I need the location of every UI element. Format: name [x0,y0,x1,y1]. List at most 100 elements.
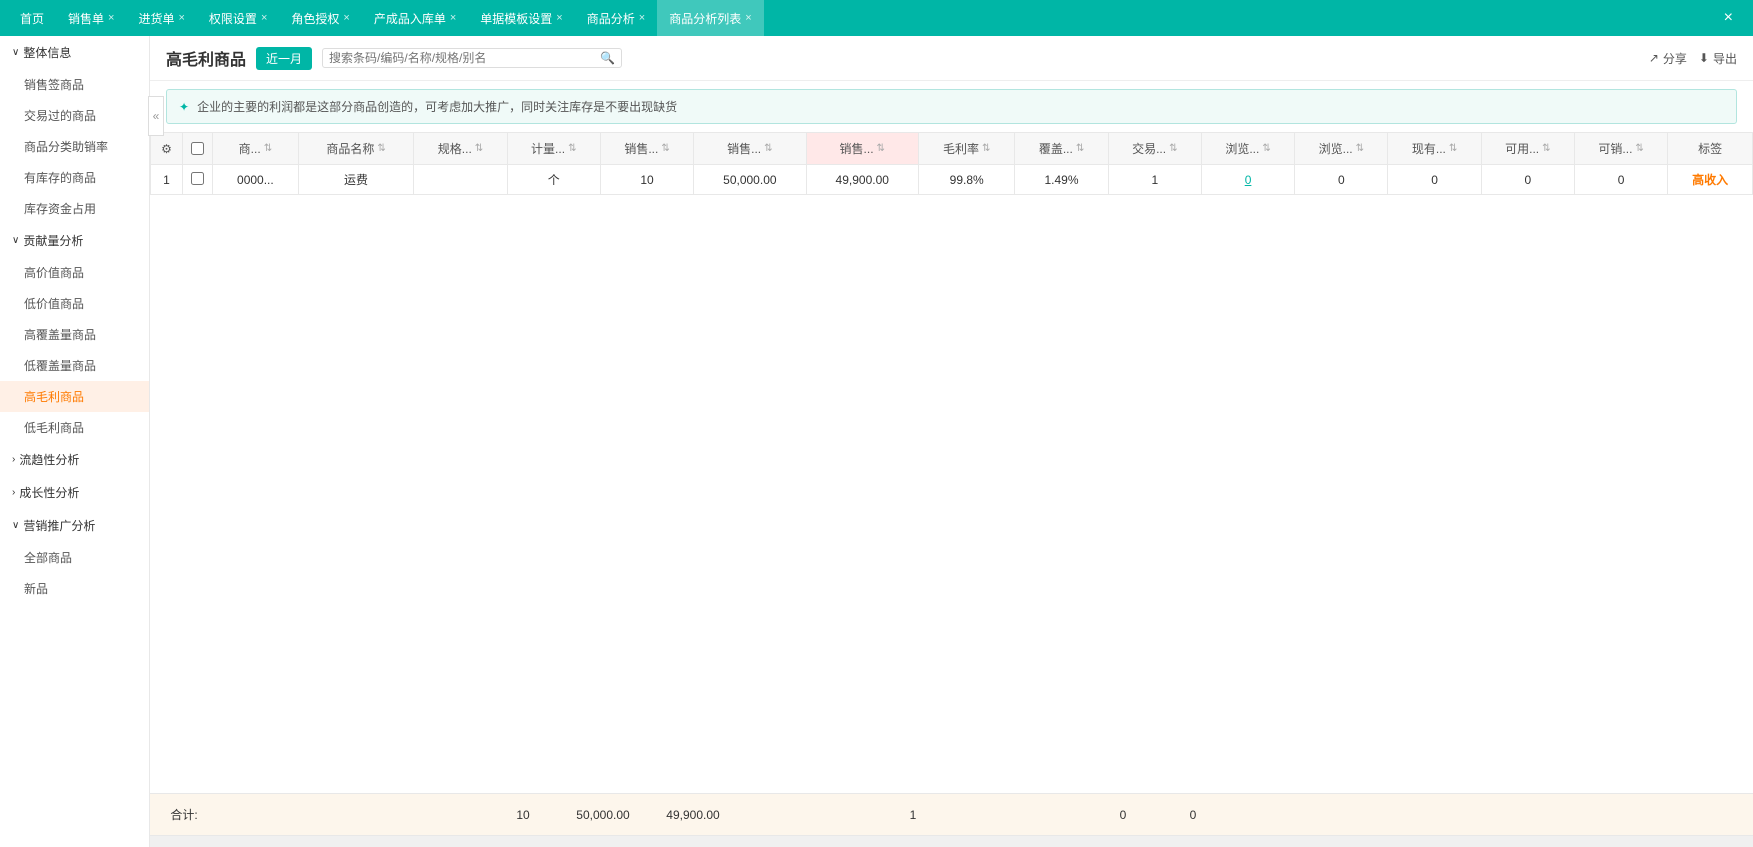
info-text: 企业的主要的利润都是这部分商品创造的，可考虑加大推广，同时关注库存是不要出现缺货 [197,98,677,115]
col-views1[interactable]: 浏览... ⇅ [1201,133,1294,165]
col-code[interactable]: 商... ⇅ [213,133,299,165]
sort-icon-sales-amount: ⇅ [764,143,772,154]
sidebar-section-marketing[interactable]: ∨ 营销推广分析 [0,509,149,542]
sidebar-item-sales-sign[interactable]: 销售签商品 [0,69,149,100]
nav-item-home[interactable]: 首页 [8,0,56,36]
search-input[interactable] [329,51,600,65]
nav-close-templates[interactable]: × [556,12,562,24]
sidebar-item-all-products[interactable]: 全部商品 [0,542,149,573]
content-area: 高毛利商品 近一月 🔍 ↗ 分享 ⬇ 导出 ✦ 企业的主要的利润都是这部分商品创… [150,36,1753,847]
cell-gross-margin: 99.8% [918,165,1014,195]
table-body: 1 0000... 运费 个 10 50,000.00 49,900.00 99… [151,165,1753,195]
sidebar-item-in-stock[interactable]: 有库存的商品 [0,162,149,193]
search-icon[interactable]: 🔍 [600,51,615,65]
sidebar-section-trend[interactable]: › 流趋性分析 [0,443,149,476]
row-checkbox[interactable] [191,172,204,185]
window-close-button[interactable]: × [1712,9,1745,27]
sidebar-collapse-button[interactable]: « [148,96,164,136]
cell-code: 0000... [213,165,299,195]
sidebar: ∨ 整体信息 销售签商品 交易过的商品 商品分类助销率 有库存的商品 库存资金占… [0,36,150,847]
sort-icon-available: ⇅ [1542,143,1550,154]
sidebar-item-high-coverage[interactable]: 高覆盖量商品 [0,319,149,350]
footer-sales-qty: 10 [488,804,558,826]
sidebar-item-stock-capital[interactable]: 库存资金占用 [0,193,149,224]
cell-current-stock: 0 [1388,165,1481,195]
horizontal-scrollbar[interactable] [150,835,1753,847]
nav-close-analysis[interactable]: × [639,12,645,24]
col-spec[interactable]: 规格... ⇅ [414,133,507,165]
arrow-overall: ∨ [12,47,19,58]
sidebar-item-category-rate[interactable]: 商品分类助销率 [0,131,149,162]
sidebar-item-traded[interactable]: 交易过的商品 [0,100,149,131]
sort-icon-spec: ⇅ [475,143,483,154]
col-transactions[interactable]: 交易... ⇅ [1108,133,1201,165]
nav-item-permissions[interactable]: 权限设置 × [197,0,279,36]
cell-views1[interactable]: 0 [1201,165,1294,195]
sidebar-section-contribution[interactable]: ∨ 贡献量分析 [0,224,149,257]
footer-sales-amount: 50,000.00 [558,804,648,826]
sidebar-item-low-coverage[interactable]: 低覆盖量商品 [0,350,149,381]
cell-tag: 高收入 [1668,165,1753,195]
nav-item-analysis[interactable]: 商品分析 × [575,0,657,36]
table-row[interactable]: 1 0000... 运费 个 10 50,000.00 49,900.00 99… [151,165,1753,195]
col-checkbox[interactable] [183,133,213,165]
cell-available: 0 [1481,165,1574,195]
window-controls: × [1712,9,1745,27]
export-button[interactable]: ⬇ 导出 [1699,50,1737,67]
nav-close-analysis-list[interactable]: × [745,12,751,24]
select-all-checkbox[interactable] [191,142,204,155]
col-settings[interactable]: ⚙ [151,133,183,165]
sidebar-item-new-products[interactable]: 新品 [0,573,149,604]
data-table: ⚙ 商... ⇅ 商品名称 [150,132,1753,195]
col-sales-amount[interactable]: 销售... ⇅ [694,133,806,165]
col-sales-qty[interactable]: 销售... ⇅ [600,133,693,165]
col-saleable[interactable]: 可销... ⇅ [1574,133,1667,165]
col-current-stock[interactable]: 现有... ⇅ [1388,133,1481,165]
share-icon: ↗ [1649,51,1659,65]
nav-close-products[interactable]: × [450,12,456,24]
share-button[interactable]: ↗ 分享 [1649,50,1687,67]
header-right: ↗ 分享 ⬇ 导出 [1649,50,1737,67]
nav-item-products[interactable]: 产成品入库单 × [362,0,468,36]
col-gross-margin[interactable]: 毛利率 ⇅ [918,133,1014,165]
sort-icon-views2: ⇅ [1356,143,1364,154]
arrow-marketing: ∨ [12,520,19,531]
section-label-marketing: 营销推广分析 [23,517,95,534]
sidebar-section-growth[interactable]: › 成长性分析 [0,476,149,509]
nav-label-roles: 角色授权 [291,10,339,27]
filter-button[interactable]: 近一月 [256,47,312,70]
nav-label-sales: 销售单 [68,10,104,27]
col-available[interactable]: 可用... ⇅ [1481,133,1574,165]
nav-close-purchase[interactable]: × [178,12,184,24]
col-tag[interactable]: 标签 [1668,133,1753,165]
table-footer: 合计: 10 50,000.00 49,900.00 1 0 0 [150,793,1753,835]
nav-close-permissions[interactable]: × [261,12,267,24]
sort-icon-coverage: ⇅ [1076,143,1084,154]
nav-close-roles[interactable]: × [343,12,349,24]
table-header-row: ⚙ 商... ⇅ 商品名称 [151,133,1753,165]
nav-item-analysis-list[interactable]: 商品分析列表 × [657,0,763,36]
nav-item-roles[interactable]: 角色授权 × [279,0,361,36]
nav-item-templates[interactable]: 单据模板设置 × [468,0,574,36]
sidebar-item-high-margin[interactable]: 高毛利商品 [0,381,149,412]
col-name[interactable]: 商品名称 ⇅ [298,133,414,165]
nav-item-purchase[interactable]: 进货单 × [126,0,196,36]
col-sales-cost[interactable]: 销售... ⇅ [806,133,918,165]
sort-icon-transactions: ⇅ [1169,143,1177,154]
sidebar-item-low-margin[interactable]: 低毛利商品 [0,412,149,443]
cell-spec [414,165,507,195]
table-wrapper[interactable]: ⚙ 商... ⇅ 商品名称 [150,132,1753,793]
sidebar-section-overall[interactable]: ∨ 整体信息 [0,36,149,69]
cell-unit: 个 [507,165,600,195]
search-box[interactable]: 🔍 [322,48,622,68]
content-header: 高毛利商品 近一月 🔍 ↗ 分享 ⬇ 导出 [150,36,1753,81]
nav-item-sales[interactable]: 销售单 × [56,0,126,36]
col-views2[interactable]: 浏览... ⇅ [1295,133,1388,165]
nav-label-analysis-list: 商品分析列表 [669,10,741,27]
col-coverage[interactable]: 覆盖... ⇅ [1015,133,1108,165]
col-unit[interactable]: 计量... ⇅ [507,133,600,165]
sidebar-item-low-value[interactable]: 低价值商品 [0,288,149,319]
sidebar-item-high-value[interactable]: 高价值商品 [0,257,149,288]
nav-close-sales[interactable]: × [108,12,114,24]
cell-checkbox[interactable] [183,165,213,195]
